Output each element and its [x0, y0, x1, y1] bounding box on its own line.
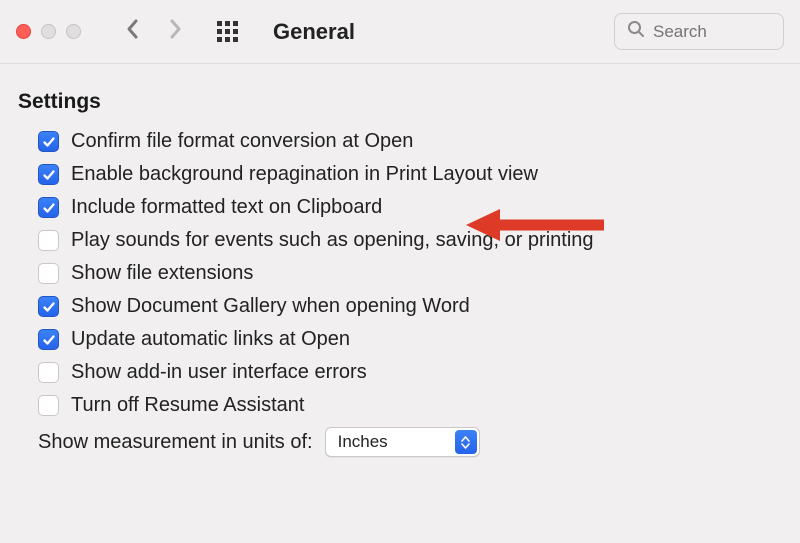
- setting-label: Enable background repagination in Print …: [71, 163, 538, 186]
- select-arrows-icon: [455, 430, 477, 454]
- zoom-window-button[interactable]: [66, 24, 81, 39]
- measurement-select[interactable]: Inches: [325, 427, 480, 457]
- page-title: General: [273, 19, 355, 45]
- checkbox-extensions[interactable]: [38, 263, 59, 284]
- setting-label: Include formatted text on Clipboard: [71, 196, 382, 219]
- measurement-label: Show measurement in units of:: [38, 431, 313, 454]
- setting-row-sounds: Play sounds for events such as opening, …: [18, 229, 782, 252]
- measurement-row: Show measurement in units of: Inches: [18, 427, 782, 457]
- setting-label: Show add-in user interface errors: [71, 361, 367, 384]
- checkbox-clipboard[interactable]: [38, 197, 59, 218]
- checkbox-addin-errors[interactable]: [38, 362, 59, 383]
- checkbox-sounds[interactable]: [38, 230, 59, 251]
- search-icon: [627, 20, 645, 43]
- back-button[interactable]: [125, 18, 139, 46]
- setting-row-auto-links: Update automatic links at Open: [18, 328, 782, 351]
- nav-buttons: [125, 18, 183, 46]
- setting-row-doc-gallery: Show Document Gallery when opening Word: [18, 295, 782, 318]
- search-box[interactable]: [614, 13, 784, 50]
- settings-list: Confirm file format conversion at Open En…: [18, 130, 782, 417]
- setting-row-confirm-format: Confirm file format conversion at Open: [18, 130, 782, 153]
- minimize-window-button[interactable]: [41, 24, 56, 39]
- forward-button[interactable]: [169, 18, 183, 46]
- setting-row-resume-assist: Turn off Resume Assistant: [18, 394, 782, 417]
- checkbox-confirm-format[interactable]: [38, 131, 59, 152]
- setting-label: Update automatic links at Open: [71, 328, 350, 351]
- window-controls: [16, 24, 81, 39]
- search-input[interactable]: [653, 22, 771, 42]
- setting-row-extensions: Show file extensions: [18, 262, 782, 285]
- setting-label: Show Document Gallery when opening Word: [71, 295, 470, 318]
- checkbox-repagination[interactable]: [38, 164, 59, 185]
- setting-row-addin-errors: Show add-in user interface errors: [18, 361, 782, 384]
- checkbox-doc-gallery[interactable]: [38, 296, 59, 317]
- setting-row-clipboard: Include formatted text on Clipboard: [18, 196, 782, 219]
- setting-label: Turn off Resume Assistant: [71, 394, 304, 417]
- toolbar: General: [0, 0, 800, 64]
- section-header: Settings: [18, 90, 782, 114]
- show-all-icon[interactable]: [217, 21, 239, 43]
- setting-label: Show file extensions: [71, 262, 253, 285]
- content-area: Settings Confirm file format conversion …: [0, 64, 800, 483]
- checkbox-resume-assist[interactable]: [38, 395, 59, 416]
- close-window-button[interactable]: [16, 24, 31, 39]
- checkbox-auto-links[interactable]: [38, 329, 59, 350]
- annotation-arrow-icon: [466, 205, 606, 250]
- setting-label: Confirm file format conversion at Open: [71, 130, 413, 153]
- setting-row-repagination: Enable background repagination in Print …: [18, 163, 782, 186]
